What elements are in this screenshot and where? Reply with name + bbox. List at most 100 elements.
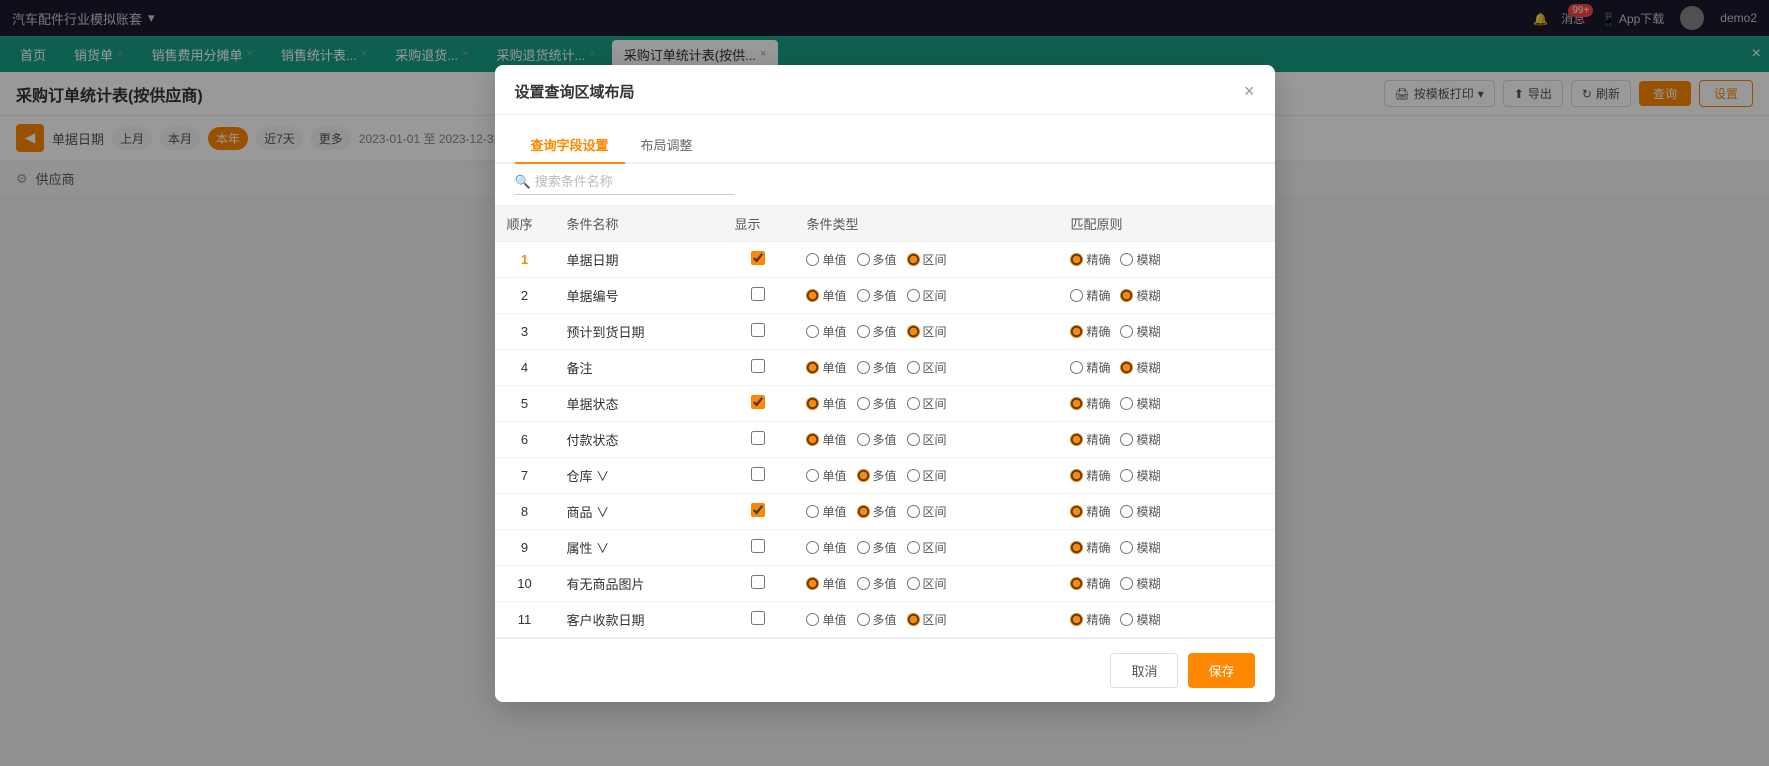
radio-type_single[interactable] xyxy=(806,469,819,482)
show-checkbox-wrapper xyxy=(735,323,783,340)
radio-label-match_fuzzy: 模糊 xyxy=(1136,467,1160,484)
radio-type_range[interactable] xyxy=(907,541,920,554)
row-condition-name: 属性 ∨ xyxy=(555,529,723,565)
radio-type_single[interactable] xyxy=(806,289,819,302)
row-order: 1 xyxy=(495,241,555,277)
match-radio-group: 精确模糊 xyxy=(1070,575,1262,592)
radio-type_single[interactable] xyxy=(806,325,819,338)
table-row: 7仓库 ∨单值多值区间精确模糊 xyxy=(495,457,1275,493)
radio-type_multi[interactable] xyxy=(857,505,870,518)
radio-label-type_single: 单值 xyxy=(822,431,846,448)
match-radio-group: 精确模糊 xyxy=(1070,539,1262,556)
show-checkbox-wrapper xyxy=(735,287,783,304)
save-button[interactable]: 保存 xyxy=(1188,653,1254,688)
radio-type_multi[interactable] xyxy=(857,469,870,482)
show-checkbox[interactable] xyxy=(751,611,765,625)
table-row: 3预计到货日期单值多值区间精确模糊 xyxy=(495,313,1275,349)
tab-query-fields[interactable]: 查询字段设置 xyxy=(515,127,625,164)
radio-type_multi[interactable] xyxy=(857,397,870,410)
show-checkbox[interactable] xyxy=(751,359,765,373)
type-option-type_range: 区间 xyxy=(907,539,947,556)
radio-label-type_multi: 多值 xyxy=(873,359,897,376)
radio-type_multi[interactable] xyxy=(857,253,870,266)
radio-type_range[interactable] xyxy=(907,325,920,338)
radio-type_single[interactable] xyxy=(806,397,819,410)
radio-match_exact[interactable] xyxy=(1070,253,1083,266)
row-order: 11 xyxy=(495,601,555,637)
dialog-tabs: 查询字段设置 布局调整 xyxy=(495,115,1275,164)
radio-type_multi[interactable] xyxy=(857,361,870,374)
type-option-type_range: 区间 xyxy=(907,323,947,340)
radio-match_fuzzy[interactable] xyxy=(1120,613,1133,626)
show-checkbox[interactable] xyxy=(751,323,765,337)
radio-type_range[interactable] xyxy=(907,289,920,302)
radio-match_fuzzy[interactable] xyxy=(1120,577,1133,590)
show-checkbox[interactable] xyxy=(751,503,765,517)
radio-match_exact[interactable] xyxy=(1070,469,1083,482)
match-option-match_exact: 精确 xyxy=(1070,395,1110,412)
radio-match_exact[interactable] xyxy=(1070,361,1083,374)
radio-type_range[interactable] xyxy=(907,253,920,266)
radio-type_multi[interactable] xyxy=(857,289,870,302)
radio-match_exact[interactable] xyxy=(1070,541,1083,554)
match-radio-group: 精确模糊 xyxy=(1070,287,1262,304)
radio-type_range[interactable] xyxy=(907,505,920,518)
radio-match_fuzzy[interactable] xyxy=(1120,505,1133,518)
radio-type_single[interactable] xyxy=(806,361,819,374)
row-order: 9 xyxy=(495,529,555,565)
radio-label-type_range: 区间 xyxy=(923,611,947,628)
radio-match_exact[interactable] xyxy=(1070,325,1083,338)
type-option-type_single: 单值 xyxy=(806,395,846,412)
tab-layout-adjust[interactable]: 布局调整 xyxy=(625,127,709,164)
show-checkbox[interactable] xyxy=(751,575,765,589)
show-checkbox[interactable] xyxy=(751,431,765,445)
show-checkbox[interactable] xyxy=(751,539,765,553)
radio-type_range[interactable] xyxy=(907,577,920,590)
row-match-cell: 精确模糊 xyxy=(1058,349,1274,385)
radio-match_fuzzy[interactable] xyxy=(1120,253,1133,266)
radio-type_range[interactable] xyxy=(907,613,920,626)
show-checkbox[interactable] xyxy=(751,467,765,481)
type-option-type_single: 单值 xyxy=(806,431,846,448)
show-checkbox[interactable] xyxy=(751,251,765,265)
table-row: 6付款状态单值多值区间精确模糊 xyxy=(495,421,1275,457)
dialog-close-button[interactable]: × xyxy=(1244,82,1255,100)
radio-match_fuzzy[interactable] xyxy=(1120,397,1133,410)
radio-match_exact[interactable] xyxy=(1070,505,1083,518)
radio-type_single[interactable] xyxy=(806,253,819,266)
radio-match_fuzzy[interactable] xyxy=(1120,433,1133,446)
match-option-match_fuzzy: 模糊 xyxy=(1120,467,1160,484)
radio-type_range[interactable] xyxy=(907,397,920,410)
radio-match_fuzzy[interactable] xyxy=(1120,325,1133,338)
radio-type_range[interactable] xyxy=(907,361,920,374)
radio-match_exact[interactable] xyxy=(1070,289,1083,302)
radio-label-match_fuzzy: 模糊 xyxy=(1136,431,1160,448)
radio-type_multi[interactable] xyxy=(857,433,870,446)
radio-type_range[interactable] xyxy=(907,469,920,482)
radio-type_single[interactable] xyxy=(806,541,819,554)
radio-match_exact[interactable] xyxy=(1070,577,1083,590)
radio-type_range[interactable] xyxy=(907,433,920,446)
radio-match_fuzzy[interactable] xyxy=(1120,289,1133,302)
radio-match_exact[interactable] xyxy=(1070,433,1083,446)
radio-type_single[interactable] xyxy=(806,577,819,590)
radio-type_single[interactable] xyxy=(806,613,819,626)
condition-search-input[interactable] xyxy=(535,174,735,189)
row-show-cell xyxy=(723,457,795,493)
row-match-cell: 精确 模糊 xyxy=(1058,421,1274,457)
show-checkbox[interactable] xyxy=(751,395,765,409)
radio-type_single[interactable] xyxy=(806,433,819,446)
radio-type_multi[interactable] xyxy=(857,325,870,338)
radio-match_exact[interactable] xyxy=(1070,613,1083,626)
radio-type_multi[interactable] xyxy=(857,613,870,626)
radio-match_exact[interactable] xyxy=(1070,397,1083,410)
cancel-button[interactable]: 取消 xyxy=(1110,653,1178,688)
radio-type_single[interactable] xyxy=(806,505,819,518)
radio-label-match_exact: 精确 xyxy=(1086,431,1110,448)
radio-match_fuzzy[interactable] xyxy=(1120,541,1133,554)
show-checkbox[interactable] xyxy=(751,287,765,301)
radio-match_fuzzy[interactable] xyxy=(1120,361,1133,374)
radio-type_multi[interactable] xyxy=(857,577,870,590)
radio-match_fuzzy[interactable] xyxy=(1120,469,1133,482)
radio-type_multi[interactable] xyxy=(857,541,870,554)
